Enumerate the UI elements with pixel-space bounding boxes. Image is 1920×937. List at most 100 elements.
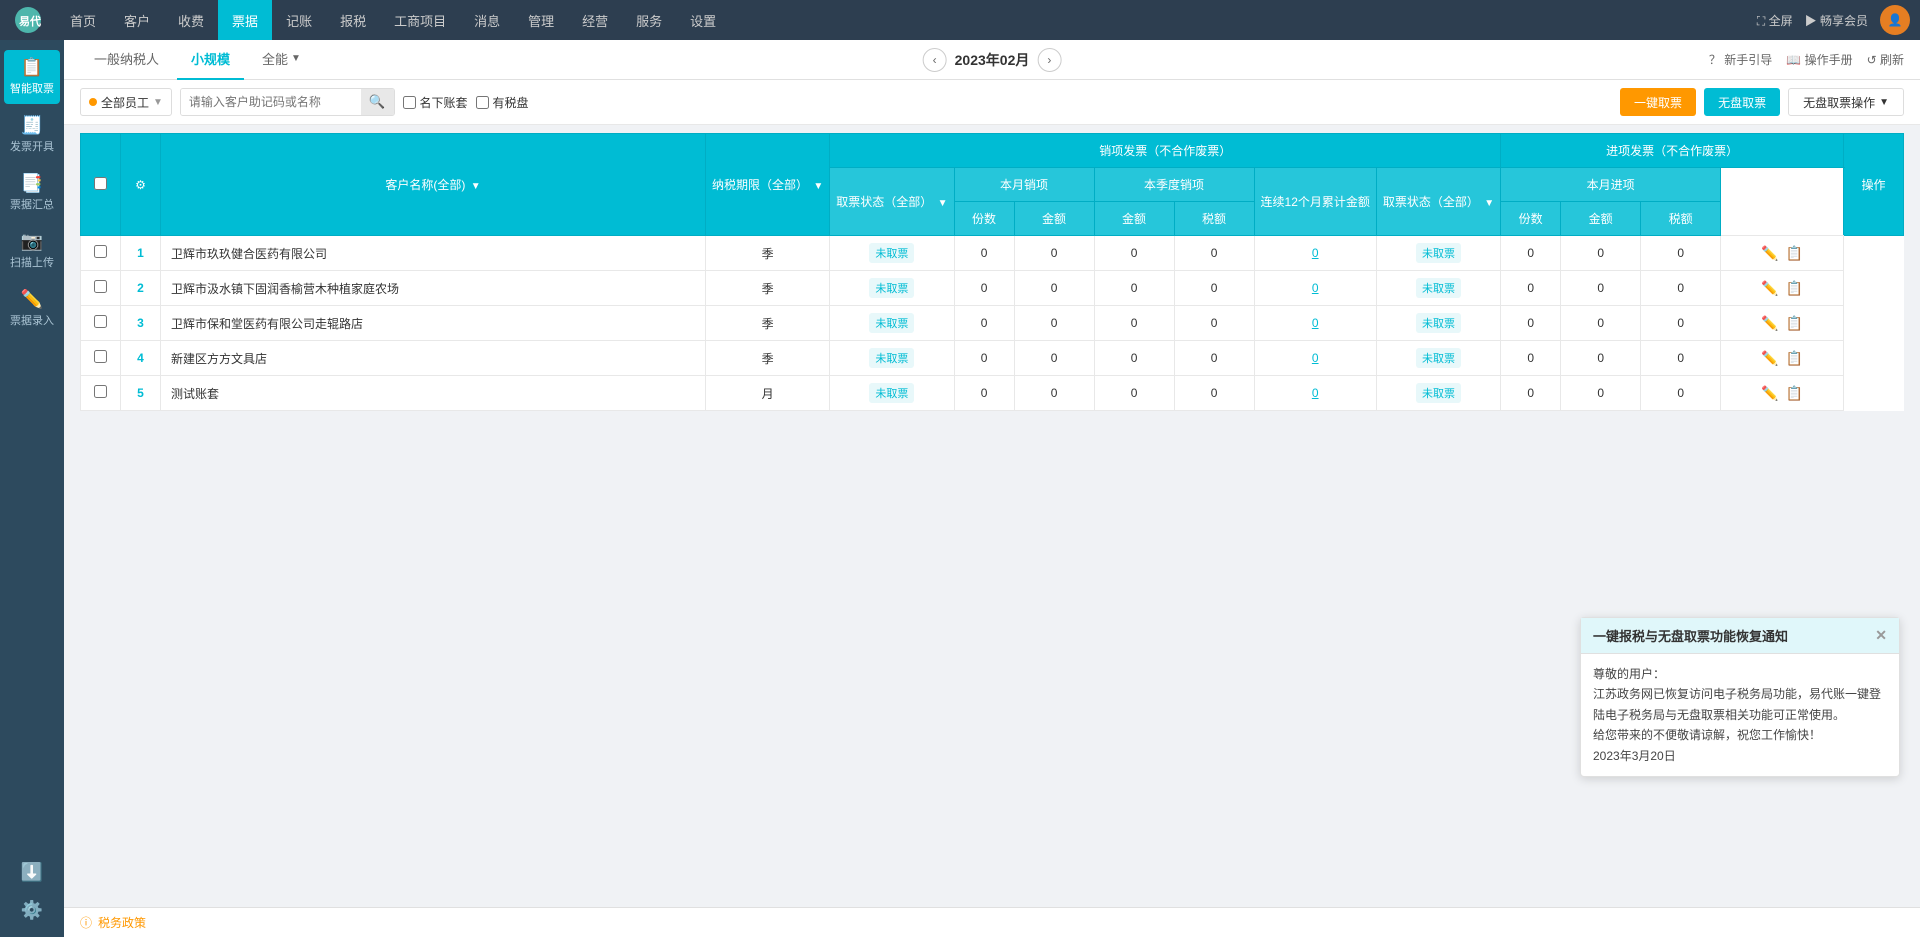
sub-header: 一般纳税人 小规模 全能 ▼ ‹ 2023年02月 › ？ 新手引导 [64,40,1920,80]
row-cancel-status-sales: 未取票 [830,236,954,271]
summary-icon: 📑 [21,174,43,192]
edit-icon[interactable]: ✏️ [1761,315,1778,331]
sidebar-label-scan: 扫描上传 [10,254,54,270]
mingxia-checkbox[interactable] [403,96,416,109]
filter-period-icon[interactable]: ▼ [813,181,823,192]
notification-close-btn[interactable]: ✕ [1875,627,1887,644]
nav-ticket[interactable]: 票据 [218,0,272,40]
yijian-qupiao-btn[interactable]: 一键取票 [1620,88,1696,116]
member-btn[interactable]: ▶ 畅享会员 [1805,12,1868,29]
logo: 易代 [10,2,46,38]
search-button[interactable]: 🔍 [361,89,394,115]
nav-items: 首页 客户 收费 票据 记账 报税 工商项目 消息 管理 经营 服务 设置 [56,0,1757,40]
next-month-btn[interactable]: › [1037,48,1061,72]
th-input-group: 进项发票（不合作废票） [1501,134,1844,168]
sidebar-item-summary[interactable]: 📑 票据汇总 [4,166,60,220]
sidebar-item-config[interactable]: ⚙️ [4,893,60,927]
wupan-ops-btn[interactable]: 无盘取票操作 ▼ [1788,88,1904,116]
edit-icon[interactable]: ✏️ [1761,245,1778,261]
nav-manage[interactable]: 管理 [514,0,568,40]
nav-operation[interactable]: 经营 [568,0,622,40]
row-cancel-status-input: 未取票 [1376,306,1500,341]
month-nav: ‹ 2023年02月 › [923,48,1062,72]
row-checkbox[interactable] [94,245,107,258]
filter-customer-icon[interactable]: ▼ [471,181,481,192]
sub-tabs: 一般纳税人 小规模 全能 ▼ [80,40,315,80]
th-ops: 操作 [1844,134,1904,236]
avatar[interactable]: 👤 [1880,5,1910,35]
row-actions: ✏️ 📋 [1721,271,1844,306]
row-quarterly-sales-tax: 0 [1174,341,1254,376]
row-index: 5 [121,376,161,411]
row-checkbox-cell [81,271,121,306]
view-icon[interactable]: 📋 [1786,315,1803,331]
view-icon[interactable]: 📋 [1786,350,1803,366]
view-icon[interactable]: 📋 [1786,280,1803,296]
sidebar-item-invoice[interactable]: 🧾 发票开具 [4,108,60,162]
th-input-monthly-count: 份数 [1501,202,1561,236]
row-monthly-sales-count: 0 [954,306,1014,341]
th-input-monthly-amount: 金额 [1561,202,1641,236]
view-icon[interactable]: 📋 [1786,385,1803,401]
prev-month-btn[interactable]: ‹ [923,48,947,72]
row-checkbox[interactable] [94,385,107,398]
filter-cancel-sales-icon[interactable]: ▼ [938,198,948,209]
sidebar-item-entry[interactable]: ✏️ 票据录入 [4,282,60,336]
th-input-monthly-tax: 税额 [1641,202,1721,236]
row-customer: 卫辉市汲水镇下固润香榆营木种植家庭农场 [161,271,706,306]
youpan-checkbox-label[interactable]: 有税盘 [476,94,529,111]
table-row: 1 卫辉市玖玖健合医药有限公司 季 未取票 0 0 0 0 0 未取票 0 0 … [81,236,1904,271]
sidebar-item-scan[interactable]: 📷 扫描上传 [4,224,60,278]
fullscreen-btn[interactable]: ⛶ 全屏 [1757,12,1793,29]
sidebar-item-download[interactable]: ⬇️ [4,855,60,889]
select-all-checkbox[interactable] [94,177,107,190]
entry-icon: ✏️ [21,290,43,308]
tab-all[interactable]: 全能 ▼ [248,40,315,80]
row-checkbox[interactable] [94,315,107,328]
nav-commerce[interactable]: 工商项目 [380,0,460,40]
notification-header: 一键报税与无盘取票功能恢复通知 ✕ [1581,618,1899,654]
nav-bookkeep[interactable]: 记账 [272,0,326,40]
tax-policy-link[interactable]: 税务政策 [98,914,146,931]
nav-service[interactable]: 服务 [622,0,676,40]
row-monthly-sales-count: 0 [954,341,1014,376]
nav-message[interactable]: 消息 [460,0,514,40]
row-checkbox-cell [81,236,121,271]
manual-btn[interactable]: 📖 操作手册 [1786,51,1852,68]
nav-customer[interactable]: 客户 [110,0,164,40]
settings-icon[interactable]: ⚙ [135,178,146,192]
view-icon[interactable]: 📋 [1786,245,1803,261]
employee-selector[interactable]: 全部员工 ▼ [80,88,172,116]
tab-small[interactable]: 小规模 [177,40,244,80]
svg-text:易代: 易代 [19,14,41,28]
nav-settings[interactable]: 设置 [676,0,730,40]
row-actions: ✏️ 📋 [1721,306,1844,341]
row-monthly-input-count: 0 [1501,341,1561,376]
row-monthly-input-count: 0 [1501,376,1561,411]
row-monthly-input-tax: 0 [1641,306,1721,341]
dropdown-icon: ▼ [1879,97,1889,108]
mingxia-checkbox-label[interactable]: 名下账套 [403,94,468,111]
row-checkbox[interactable] [94,280,107,293]
nav-fee[interactable]: 收费 [164,0,218,40]
new-guide-btn[interactable]: ？ 新手引导 [1709,51,1772,68]
sidebar-bottom: ⬇️ ⚙️ [4,855,60,927]
filter-cancel-input-icon[interactable]: ▼ [1484,198,1494,209]
youpan-checkbox[interactable] [476,96,489,109]
table-row: 2 卫辉市汲水镇下固润香榆营木种植家庭农场 季 未取票 0 0 0 0 0 未取… [81,271,1904,306]
row-checkbox[interactable] [94,350,107,363]
config-icon: ⚙️ [21,901,43,919]
edit-icon[interactable]: ✏️ [1761,385,1778,401]
notification-title: 一键报税与无盘取票功能恢复通知 [1593,626,1788,645]
tab-general[interactable]: 一般纳税人 [80,40,173,80]
nav-tax[interactable]: 报税 [326,0,380,40]
wupan-qupiao-btn[interactable]: 无盘取票 [1704,88,1780,116]
table-row: 5 测试账套 月 未取票 0 0 0 0 0 未取票 0 0 0 ✏️ 📋 [81,376,1904,411]
refresh-btn[interactable]: ↺ 刷新 [1867,51,1904,68]
search-input[interactable] [181,89,361,115]
edit-icon[interactable]: ✏️ [1761,280,1778,296]
employee-label: 全部员工 [101,94,149,111]
sidebar-item-smart-ticket[interactable]: 📋 智能取票 [4,50,60,104]
edit-icon[interactable]: ✏️ [1761,350,1778,366]
nav-home[interactable]: 首页 [56,0,110,40]
